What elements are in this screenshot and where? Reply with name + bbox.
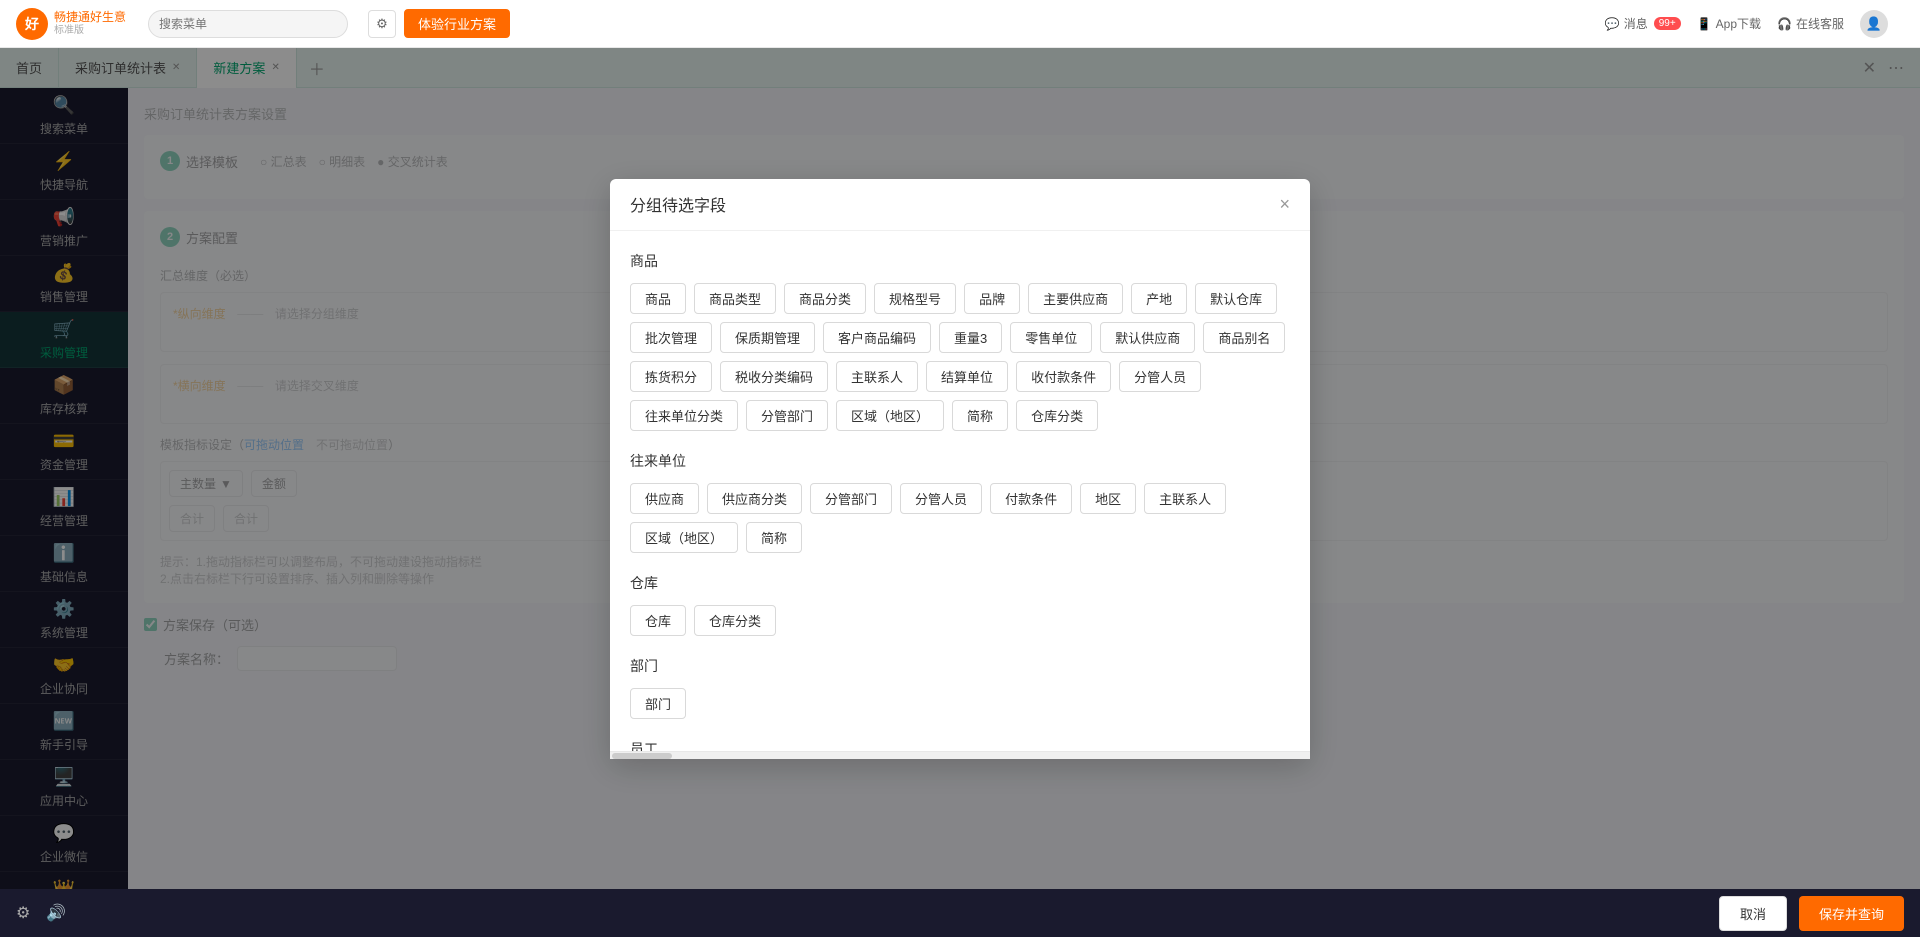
logo-text: 畅捷通好生意 标准版	[54, 10, 126, 36]
field-tag-region[interactable]: 区域（地区）	[836, 400, 944, 431]
field-tag-tax-code[interactable]: 税收分类编码	[720, 361, 828, 392]
field-tag-batch[interactable]: 批次管理	[630, 322, 712, 353]
field-tag-manage-dept2[interactable]: 分管部门	[810, 483, 892, 514]
section-goods-title: 商品	[630, 251, 1290, 271]
modal-body: 商品 商品 商品类型 商品分类 规格型号 品牌 主要供应商 产地 默认仓库 批次…	[610, 231, 1310, 751]
modal-header: 分组待选字段 ×	[610, 179, 1310, 231]
section-staff-title: 员工	[630, 739, 1290, 751]
field-tag-weight[interactable]: 重量3	[939, 322, 1002, 353]
cancel-button[interactable]: 取消	[1719, 896, 1787, 931]
field-tag-brand[interactable]: 品牌	[964, 283, 1020, 314]
bottom-bar: ⚙ 🔊 取消 保存并查询	[0, 889, 1920, 937]
field-tag-partner-category[interactable]: 往来单位分类	[630, 400, 738, 431]
user-icon: 👤	[1866, 16, 1882, 32]
field-tag-manage-dept[interactable]: 分管部门	[746, 400, 828, 431]
field-tag-dept[interactable]: 部门	[630, 688, 686, 719]
top-right: 💬 消息 99+ 📱 App下载 🎧 在线客服 👤	[1605, 10, 1904, 38]
section-goods: 商品 商品 商品类型 商品分类 规格型号 品牌 主要供应商 产地 默认仓库 批次…	[630, 251, 1290, 431]
field-tag-goods-type[interactable]: 商品类型	[694, 283, 776, 314]
field-tag-main-supplier[interactable]: 主要供应商	[1028, 283, 1123, 314]
section-partner-tags: 供应商 供应商分类 分管部门 分管人员 付款条件 地区 主联系人 区域（地区） …	[630, 483, 1290, 553]
logo-area: 好 畅捷通好生意 标准版	[16, 8, 136, 40]
section-dept-tags: 部门	[630, 688, 1290, 719]
message-button[interactable]: 💬 消息 99+	[1605, 15, 1681, 32]
volume-bottom-icon[interactable]: 🔊	[46, 903, 66, 923]
field-tag-goods-category[interactable]: 商品分类	[784, 283, 866, 314]
settings-bottom-icon[interactable]: ⚙	[16, 903, 30, 923]
field-tag-goods-alias[interactable]: 商品别名	[1203, 322, 1285, 353]
field-tag-supplier-category[interactable]: 供应商分类	[707, 483, 802, 514]
search-input[interactable]	[148, 10, 348, 38]
section-partner: 往来单位 供应商 供应商分类 分管部门 分管人员 付款条件 地区 主联系人 区域…	[630, 451, 1290, 553]
field-tag-default-supplier[interactable]: 默认供应商	[1100, 322, 1195, 353]
top-actions: ⚙ 体验行业方案	[368, 9, 510, 38]
avatar[interactable]: 👤	[1860, 10, 1888, 38]
field-tag-supplier[interactable]: 供应商	[630, 483, 699, 514]
field-tag-warehouse-category[interactable]: 仓库分类	[1016, 400, 1098, 431]
field-tag-default-warehouse[interactable]: 默认仓库	[1195, 283, 1277, 314]
field-tag-goods[interactable]: 商品	[630, 283, 686, 314]
field-tag-short-name[interactable]: 简称	[952, 400, 1008, 431]
field-tag-pick-points[interactable]: 拣货积分	[630, 361, 712, 392]
bottom-bar-right: 取消 保存并查询	[1719, 896, 1904, 931]
app-download-button[interactable]: 📱 App下载	[1697, 15, 1761, 32]
headset-icon: 🎧	[1777, 17, 1792, 31]
field-tag-main-contact[interactable]: 主联系人	[836, 361, 918, 392]
field-tag-settlement-unit[interactable]: 结算单位	[926, 361, 1008, 392]
section-warehouse: 仓库 仓库 仓库分类	[630, 573, 1290, 636]
field-tag-payment-condition[interactable]: 付款条件	[990, 483, 1072, 514]
section-goods-tags: 商品 商品类型 商品分类 规格型号 品牌 主要供应商 产地 默认仓库 批次管理 …	[630, 283, 1290, 431]
section-dept-title: 部门	[630, 656, 1290, 676]
modal-hscroll-thumb	[612, 753, 672, 759]
field-tag-spec[interactable]: 规格型号	[874, 283, 956, 314]
modal-overlay: 分组待选字段 × 商品 商品 商品类型 商品分类 规格型号 品牌 主要供应商 产…	[0, 48, 1920, 889]
field-tag-retail-unit[interactable]: 零售单位	[1010, 322, 1092, 353]
save-query-button[interactable]: 保存并查询	[1799, 896, 1904, 931]
modal-title: 分组待选字段	[630, 192, 726, 216]
section-staff: 员工 业务员	[630, 739, 1290, 751]
field-tag-payment-terms[interactable]: 收付款条件	[1016, 361, 1111, 392]
field-tag-warehouse[interactable]: 仓库	[630, 605, 686, 636]
field-tag-abbr2[interactable]: 简称	[746, 522, 802, 553]
field-tag-dept-manager[interactable]: 分管人员	[1119, 361, 1201, 392]
field-tag-origin[interactable]: 产地	[1131, 283, 1187, 314]
field-tag-manage-person2[interactable]: 分管人员	[900, 483, 982, 514]
section-warehouse-tags: 仓库 仓库分类	[630, 605, 1290, 636]
top-header: 好 畅捷通好生意 标准版 ⚙ 体验行业方案 💬 消息 99+ 📱 App下载 🎧…	[0, 0, 1920, 48]
trial-button[interactable]: 体验行业方案	[404, 9, 510, 38]
logo-icon: 好	[16, 8, 48, 40]
modal-horizontal-scrollbar[interactable]	[610, 751, 1310, 759]
field-tag-main-contact2[interactable]: 主联系人	[1144, 483, 1226, 514]
modal-dialog: 分组待选字段 × 商品 商品 商品类型 商品分类 规格型号 品牌 主要供应商 产…	[610, 179, 1310, 759]
field-tag-shelf-life[interactable]: 保质期管理	[720, 322, 815, 353]
modal-close-button[interactable]: ×	[1279, 194, 1290, 215]
message-icon: 💬	[1605, 17, 1620, 31]
section-warehouse-title: 仓库	[630, 573, 1290, 593]
settings-button[interactable]: ⚙	[368, 10, 396, 38]
search-area[interactable]	[148, 10, 348, 38]
section-dept: 部门 部门	[630, 656, 1290, 719]
field-tag-region2[interactable]: 区域（地区）	[630, 522, 738, 553]
app-download-icon: 📱	[1697, 17, 1712, 31]
field-tag-warehouse-cat[interactable]: 仓库分类	[694, 605, 776, 636]
online-service-button[interactable]: 🎧 在线客服	[1777, 15, 1844, 32]
bottom-bar-left: ⚙ 🔊	[16, 903, 66, 923]
field-tag-area[interactable]: 地区	[1080, 483, 1136, 514]
section-partner-title: 往来单位	[630, 451, 1290, 471]
message-badge: 99+	[1654, 17, 1681, 30]
field-tag-customer-code[interactable]: 客户商品编码	[823, 322, 931, 353]
